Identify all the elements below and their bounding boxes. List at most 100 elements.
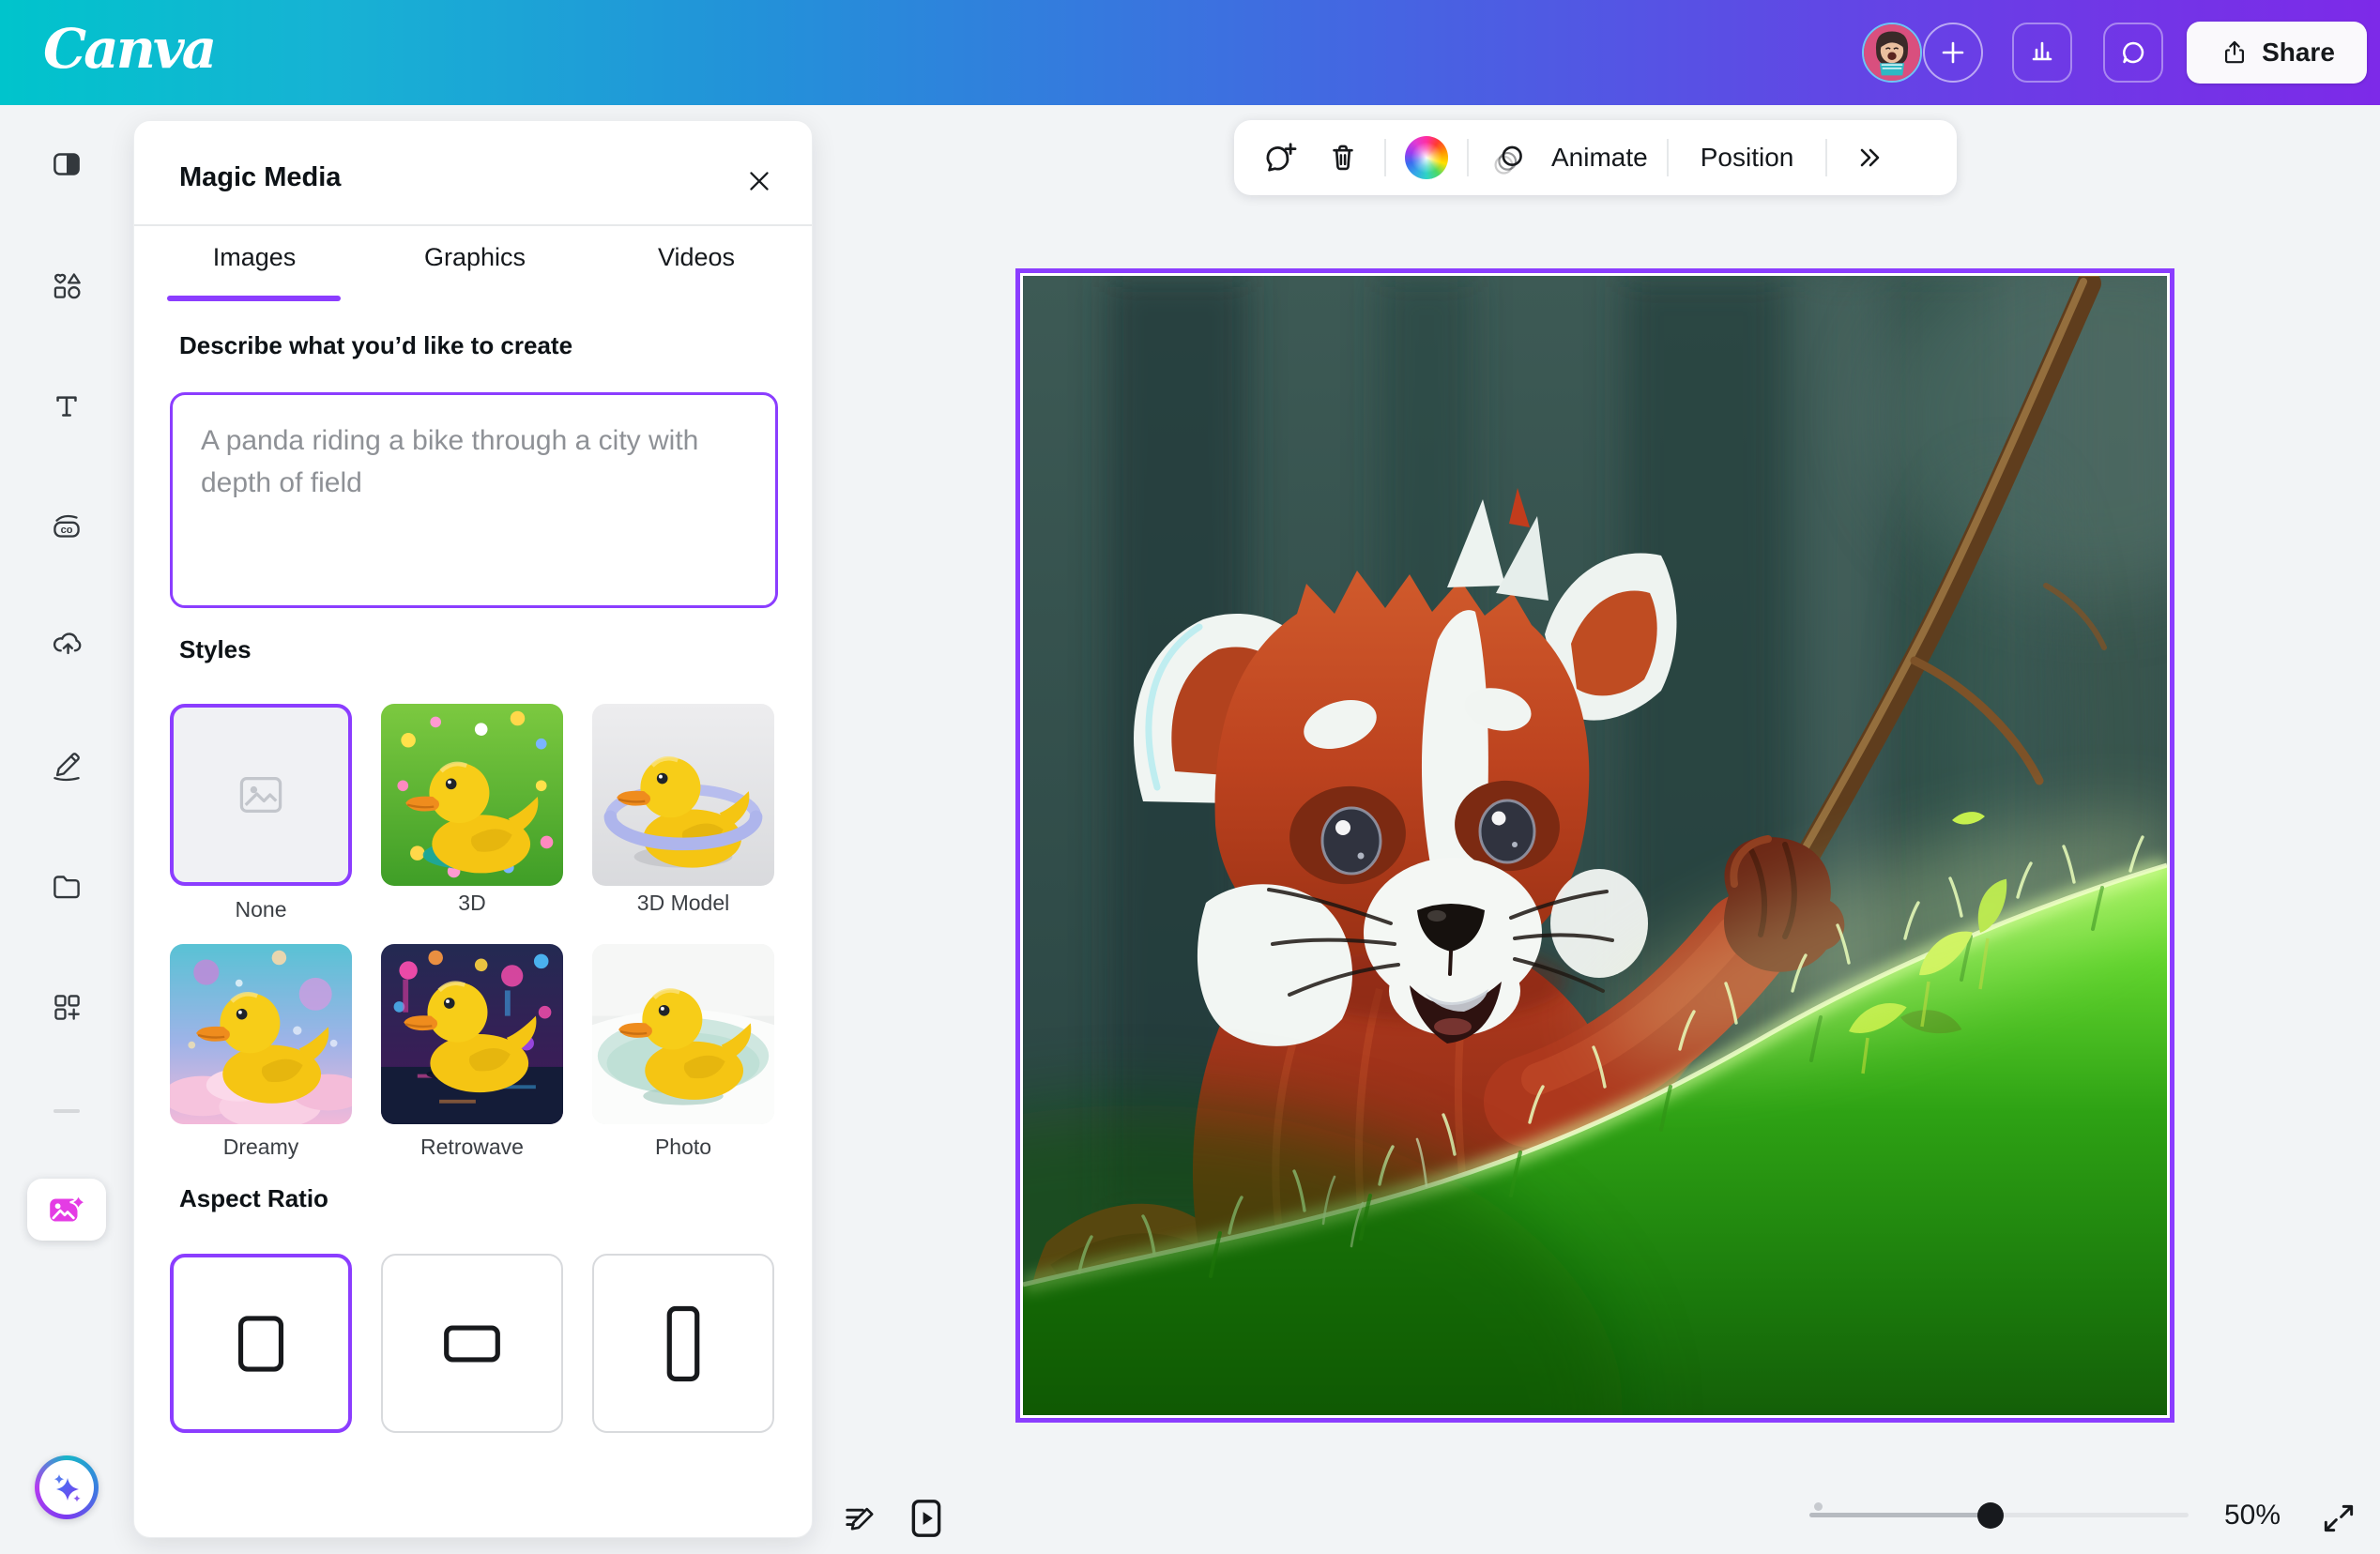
text-icon [47, 386, 86, 425]
magic-media-panel: Magic Media Images Graphics Videos Descr… [133, 120, 813, 1538]
panel-header-divider [134, 224, 812, 226]
app-header: Canva Share [0, 0, 2380, 105]
more-tools-button[interactable] [1846, 135, 1891, 180]
toolbar-divider [1467, 139, 1469, 176]
close-icon [741, 163, 777, 199]
chat-bubble-icon [2114, 34, 2152, 71]
style-option-dreamy[interactable] [170, 944, 352, 1124]
canvas-page[interactable] [1015, 268, 2174, 1423]
styles-heading: Styles [179, 635, 252, 664]
add-comment-button[interactable] [1257, 135, 1302, 180]
insights-button[interactable] [2012, 23, 2072, 83]
share-button[interactable]: Share [2187, 22, 2367, 84]
landscape-ratio-icon [442, 1323, 502, 1364]
aspect-option-portrait[interactable] [592, 1254, 774, 1433]
sidebar-item-apps[interactable] [40, 981, 93, 1033]
style-label: 3D Model [592, 891, 774, 916]
bar-chart-icon [2023, 34, 2061, 71]
sidebar-item-brand[interactable]: co [40, 500, 93, 553]
avatar[interactable] [1862, 23, 1922, 83]
toolbar-divider [1384, 139, 1386, 176]
style-label: None [170, 897, 352, 922]
trash-icon [1323, 138, 1363, 177]
notes-icon [839, 1498, 880, 1539]
uploads-cloud-icon [47, 624, 86, 663]
animate-circles-icon [1489, 137, 1531, 178]
style-option-3d[interactable] [381, 704, 563, 886]
aspect-ratio-heading: Aspect Ratio [179, 1184, 328, 1213]
style-thumb-dreamy [170, 944, 352, 1124]
design-icon [47, 145, 86, 184]
style-label: Retrowave [381, 1135, 563, 1160]
sidebar-item-magic-media[interactable] [27, 1179, 106, 1241]
style-label: 3D [381, 891, 563, 916]
canva-logo[interactable]: Canva [43, 17, 214, 81]
zoom-level[interactable]: 50% [2201, 1500, 2304, 1531]
fullscreen-button[interactable] [2316, 1496, 2361, 1541]
style-option-photo[interactable] [592, 944, 774, 1124]
toolbar-divider [1825, 139, 1827, 176]
animate-button[interactable] [1488, 135, 1533, 180]
style-option-none[interactable] [170, 704, 352, 886]
folder-icon [47, 867, 86, 906]
add-member-button[interactable] [1923, 23, 1983, 83]
avatar-image [1864, 24, 1920, 81]
sidebar-item-elements[interactable] [40, 259, 93, 312]
position-button[interactable]: Position [1701, 143, 1794, 173]
elements-icon [47, 266, 86, 305]
style-label: Photo [592, 1135, 774, 1160]
square-ratio-icon [235, 1313, 287, 1375]
animate-label[interactable]: Animate [1551, 143, 1648, 173]
toolbar-divider [1667, 139, 1669, 176]
sidebar-item-projects[interactable] [40, 861, 93, 913]
zoom-slider-origin-dot [1814, 1502, 1823, 1511]
zoom-slider-knob[interactable] [1977, 1502, 2004, 1529]
brand-icon: co [47, 507, 86, 546]
style-thumb-photo [592, 944, 774, 1124]
sidebar-item-uploads[interactable] [40, 617, 93, 670]
magic-assistant-button[interactable] [35, 1455, 99, 1519]
double-chevron-right-icon [1850, 139, 1887, 176]
portrait-ratio-icon [665, 1304, 701, 1383]
comment-plus-icon [1259, 137, 1300, 178]
context-toolbar: Animate Position [1234, 120, 1957, 195]
prompt-label: Describe what you’d like to create [179, 331, 572, 360]
prompt-input[interactable] [170, 392, 778, 608]
sidebar-item-draw[interactable] [40, 739, 93, 791]
red-panda-artwork [1023, 276, 2167, 1415]
aspect-option-square[interactable] [170, 1254, 352, 1433]
aspect-option-landscape[interactable] [381, 1254, 563, 1433]
style-option-retrowave[interactable] [381, 944, 563, 1124]
panel-title: Magic Media [179, 162, 341, 193]
zoom-slider-fill [1809, 1513, 1990, 1517]
plus-icon [1934, 34, 1972, 71]
generated-image-red-panda [1020, 273, 2170, 1418]
sidebar-item-design[interactable] [40, 138, 93, 190]
magic-media-icon [45, 1190, 88, 1229]
apps-grid-icon [47, 987, 86, 1027]
sidebar-divider [53, 1109, 80, 1113]
image-placeholder-icon [236, 772, 285, 817]
present-button[interactable] [903, 1494, 950, 1543]
comments-button[interactable] [2103, 23, 2163, 83]
sparkle-stars-icon [48, 1469, 85, 1506]
sidebar-item-text[interactable] [40, 379, 93, 432]
tab-graphics[interactable]: Graphics [424, 243, 526, 272]
style-label: Dreamy [170, 1135, 352, 1160]
delete-button[interactable] [1320, 135, 1365, 180]
tab-images[interactable]: Images [213, 243, 297, 272]
expand-icon [2319, 1499, 2358, 1538]
panel-close-button[interactable] [739, 160, 780, 202]
draw-pen-icon [47, 745, 86, 785]
present-play-icon [905, 1495, 948, 1542]
svg-text:co: co [61, 525, 73, 536]
share-label: Share [2262, 38, 2335, 68]
color-wheel-button[interactable] [1405, 136, 1448, 179]
share-upload-icon [2219, 37, 2250, 69]
tab-videos[interactable]: Videos [658, 243, 735, 272]
style-option-3d-model[interactable] [592, 704, 774, 886]
notes-button[interactable] [837, 1496, 882, 1541]
style-thumb-3d-model [592, 704, 774, 886]
style-thumb-retrowave [381, 944, 563, 1124]
style-thumb-3d [381, 704, 563, 886]
